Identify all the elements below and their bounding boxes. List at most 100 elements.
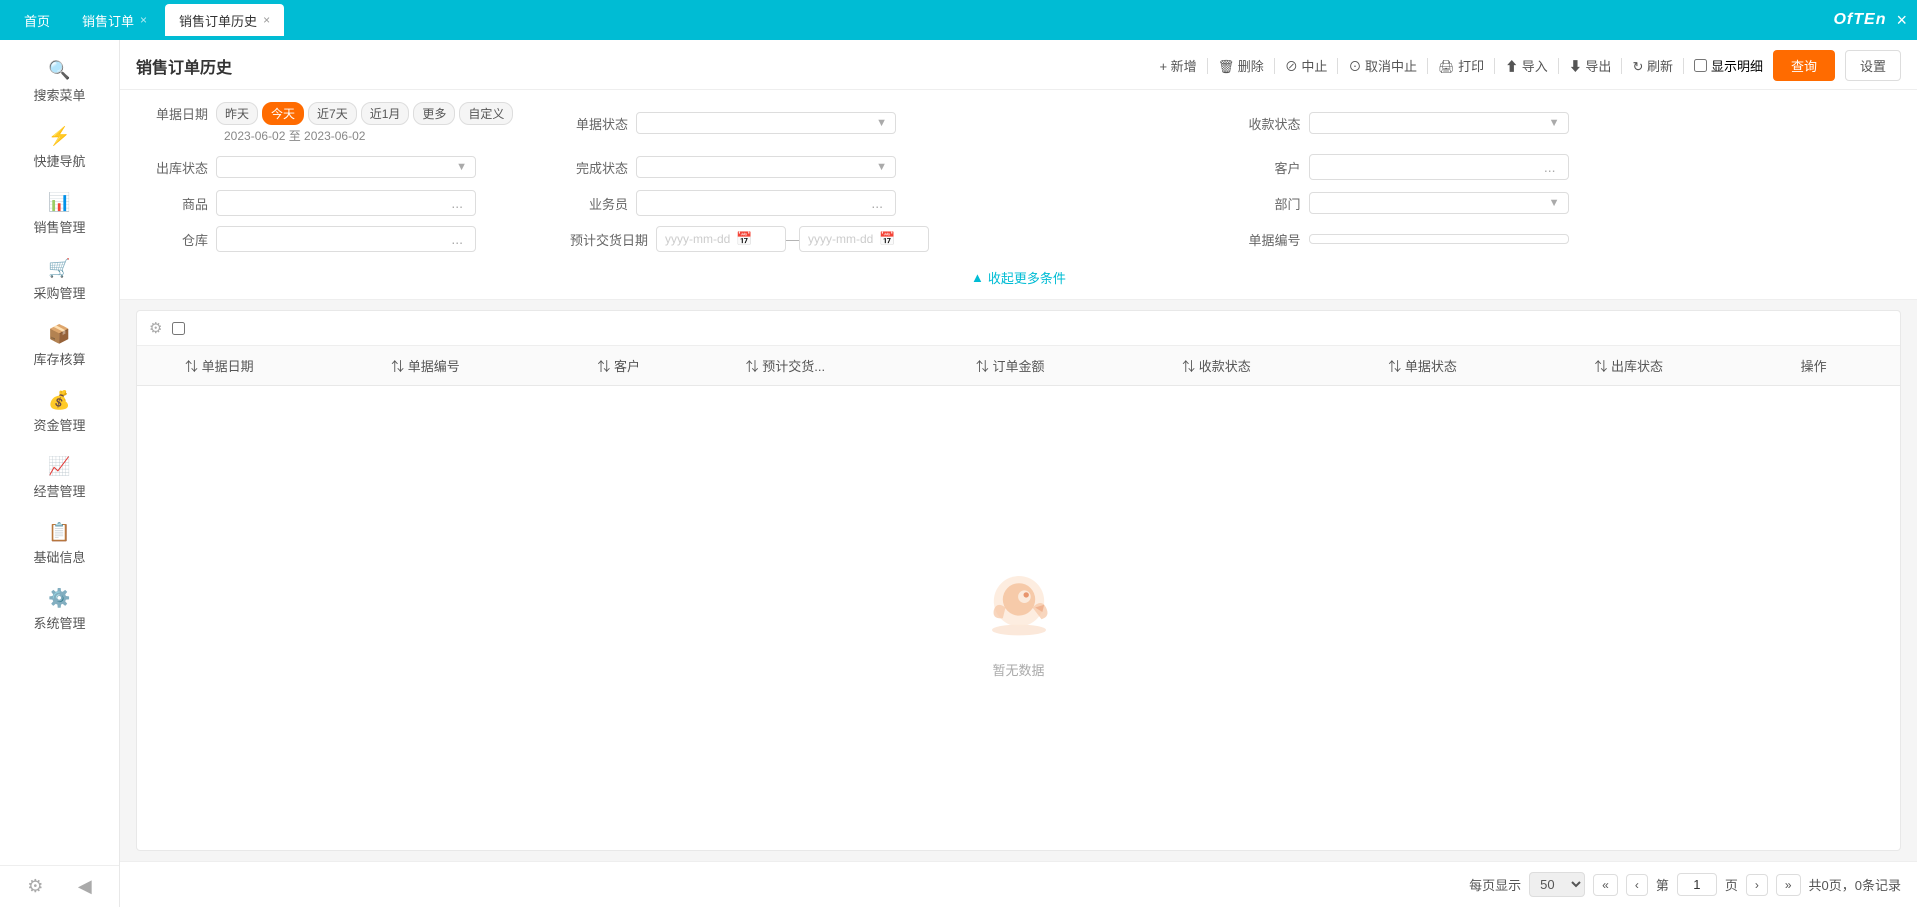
- page-jump-suffix: 页: [1725, 875, 1738, 894]
- th-bill-status[interactable]: ⇅ 单据状态: [1376, 346, 1582, 386]
- sidebar-item-sales-mgmt[interactable]: 📊 销售管理: [0, 180, 119, 246]
- th-customer[interactable]: ⇅ 客户: [585, 346, 733, 386]
- payment-status-chevron: ▼: [1549, 117, 1560, 129]
- page-input[interactable]: [1677, 873, 1717, 896]
- sidebar-item-search-menu[interactable]: 🔍 搜索菜单: [0, 48, 119, 114]
- last-page-btn[interactable]: »: [1776, 874, 1801, 896]
- delivery-date-end[interactable]: yyyy-mm-dd 📅: [799, 226, 929, 252]
- empty-illustration: [974, 558, 1064, 648]
- th-no[interactable]: ⇅ 单据编号: [379, 346, 585, 386]
- tab-home[interactable]: 首页: [10, 4, 64, 36]
- sidebar-item-ops-mgmt-label: 经营管理: [33, 481, 85, 500]
- sidebar-item-sys-mgmt[interactable]: ⚙️ 系统管理: [0, 576, 119, 642]
- sidebar-item-finance-mgmt[interactable]: 💰 资金管理: [0, 378, 119, 444]
- sidebar-item-inventory-check[interactable]: 📦 库存核算: [0, 312, 119, 378]
- th-date[interactable]: ⇅ 单据日期: [173, 346, 379, 386]
- date-btn-today[interactable]: 今天: [262, 102, 304, 125]
- basic-info-icon: 📋: [48, 522, 70, 543]
- th-payment[interactable]: ⇅ 收款状态: [1170, 346, 1376, 386]
- sys-mgmt-icon: ⚙️: [48, 588, 70, 609]
- topbar-right: OfTEn ×: [1833, 10, 1907, 31]
- date-btn-custom[interactable]: 自定义: [459, 102, 513, 125]
- bill-status-select[interactable]: ▼: [636, 112, 896, 134]
- customer-input[interactable]: ...: [1309, 154, 1569, 180]
- print-button[interactable]: 🖨 打印: [1438, 56, 1484, 75]
- date-btn-more[interactable]: 更多: [413, 102, 455, 125]
- tab-sales-order-label: 销售订单: [82, 11, 134, 30]
- first-page-btn[interactable]: «: [1593, 874, 1618, 896]
- goods-input[interactable]: ...: [216, 190, 476, 216]
- complete-status-chevron: ▼: [876, 161, 887, 173]
- prev-page-btn[interactable]: ‹: [1626, 874, 1648, 896]
- warehouse-input[interactable]: ...: [216, 226, 476, 252]
- sidebar: 🔍 搜索菜单 ⚡ 快捷导航 📊 销售管理 🛒 采购管理 📦 库存核算 💰 资金管…: [0, 40, 120, 907]
- delivery-date-start[interactable]: yyyy-mm-dd 📅: [656, 226, 786, 252]
- select-all-checkbox[interactable]: [172, 322, 185, 335]
- show-detail-checkbox[interactable]: [1694, 59, 1707, 72]
- dept-chevron: ▼: [1549, 197, 1560, 209]
- new-button[interactable]: + 新增: [1159, 56, 1196, 75]
- sidebar-item-quick-nav[interactable]: ⚡ 快捷导航: [0, 114, 119, 180]
- salesman-dots[interactable]: ...: [867, 195, 887, 211]
- set-button[interactable]: 设置: [1845, 50, 1901, 81]
- collapse-link[interactable]: ▲ 收起更多条件: [136, 262, 1901, 287]
- window-close-btn[interactable]: ×: [1896, 10, 1907, 31]
- calendar-end-icon[interactable]: 📅: [879, 231, 895, 247]
- bill-no-input[interactable]: [1309, 234, 1569, 244]
- sidebar-item-basic-info[interactable]: 📋 基础信息: [0, 510, 119, 576]
- next-page-btn[interactable]: ›: [1746, 874, 1768, 896]
- th-out-status[interactable]: ⇅ 出库状态: [1582, 346, 1788, 386]
- empty-area: 暂无数据: [137, 386, 1900, 850]
- th-ops-label: 操作: [1801, 359, 1827, 374]
- sidebar-settings-icon[interactable]: ⚙: [27, 876, 43, 897]
- th-amount[interactable]: ⇅ 订单金额: [964, 346, 1170, 386]
- toolbar-sep-2: [1274, 58, 1275, 74]
- toolbar-sep-1: [1207, 58, 1208, 74]
- export-button[interactable]: ⬇ 导出: [1569, 56, 1612, 75]
- tab-home-label: 首页: [24, 11, 50, 30]
- complete-status-select[interactable]: ▼: [636, 156, 896, 178]
- sidebar-item-purchase-mgmt[interactable]: 🛒 采购管理: [0, 246, 119, 312]
- out-status-select[interactable]: ▼: [216, 156, 476, 178]
- goods-dots[interactable]: ...: [447, 195, 467, 211]
- import-button[interactable]: ⬆ 导入: [1505, 56, 1548, 75]
- sidebar-item-inventory-check-label: 库存核算: [33, 349, 85, 368]
- sidebar-collapse-icon[interactable]: ◀: [78, 876, 92, 897]
- per-page-label: 每页显示: [1469, 875, 1521, 894]
- dept-label: 部门: [1229, 194, 1309, 213]
- bill-status-chevron: ▼: [876, 117, 887, 129]
- date-btn-1month[interactable]: 近1月: [361, 102, 410, 125]
- dept-select[interactable]: ▼: [1309, 192, 1569, 214]
- tab-sales-order[interactable]: 销售订单 ×: [68, 4, 161, 36]
- brand-label: OfTEn: [1833, 11, 1886, 29]
- tab-sales-order-history[interactable]: 销售订单历史 ×: [165, 4, 284, 36]
- query-button[interactable]: 查询: [1773, 50, 1835, 81]
- inventory-check-icon: 📦: [48, 324, 70, 345]
- calendar-start-icon[interactable]: 📅: [736, 231, 752, 247]
- toolbar: + 新增 🗑 删除 ⊘ 中止 ⊙ 取消中止 🖨 打印 ⬆ 导入 ⬇ 导出 ↻ 刷…: [1159, 50, 1901, 81]
- tab-sales-order-close[interactable]: ×: [140, 13, 147, 27]
- date-btn-yesterday[interactable]: 昨天: [216, 102, 258, 125]
- date-btn-7days[interactable]: 近7天: [308, 102, 357, 125]
- warehouse-dots[interactable]: ...: [447, 231, 467, 247]
- chevron-up-icon: ▲: [971, 270, 984, 285]
- stop-button[interactable]: ⊘ 中止: [1285, 56, 1328, 75]
- table-toolbar: ⚙: [137, 311, 1900, 346]
- salesman-input[interactable]: ...: [636, 190, 896, 216]
- th-payment-label: ⇅ 收款状态: [1182, 359, 1251, 374]
- sidebar-item-ops-mgmt[interactable]: 📈 经营管理: [0, 444, 119, 510]
- content: 销售订单历史 + 新增 🗑 删除 ⊘ 中止 ⊙ 取消中止 🖨 打印 ⬆ 导入 ⬇…: [120, 40, 1917, 907]
- show-detail-checkbox-wrapper[interactable]: 显示明细: [1694, 56, 1763, 75]
- refresh-button[interactable]: ↻ 刷新: [1632, 56, 1673, 75]
- th-customer-label: ⇅ 客户: [597, 359, 640, 374]
- payment-status-select[interactable]: ▼: [1309, 112, 1569, 134]
- table-settings-icon[interactable]: ⚙: [149, 319, 162, 337]
- bill-no-label: 单据编号: [1229, 230, 1309, 249]
- per-page-select[interactable]: 50 10 20 100: [1529, 872, 1585, 897]
- th-delivery[interactable]: ⇅ 预计交货...: [734, 346, 964, 386]
- toolbar-sep-7: [1621, 58, 1622, 74]
- customer-dots[interactable]: ...: [1540, 159, 1560, 175]
- tab-sales-order-history-close[interactable]: ×: [263, 13, 270, 27]
- cancel-stop-button[interactable]: ⊙ 取消中止: [1348, 56, 1417, 75]
- delete-button[interactable]: 🗑 删除: [1218, 56, 1264, 75]
